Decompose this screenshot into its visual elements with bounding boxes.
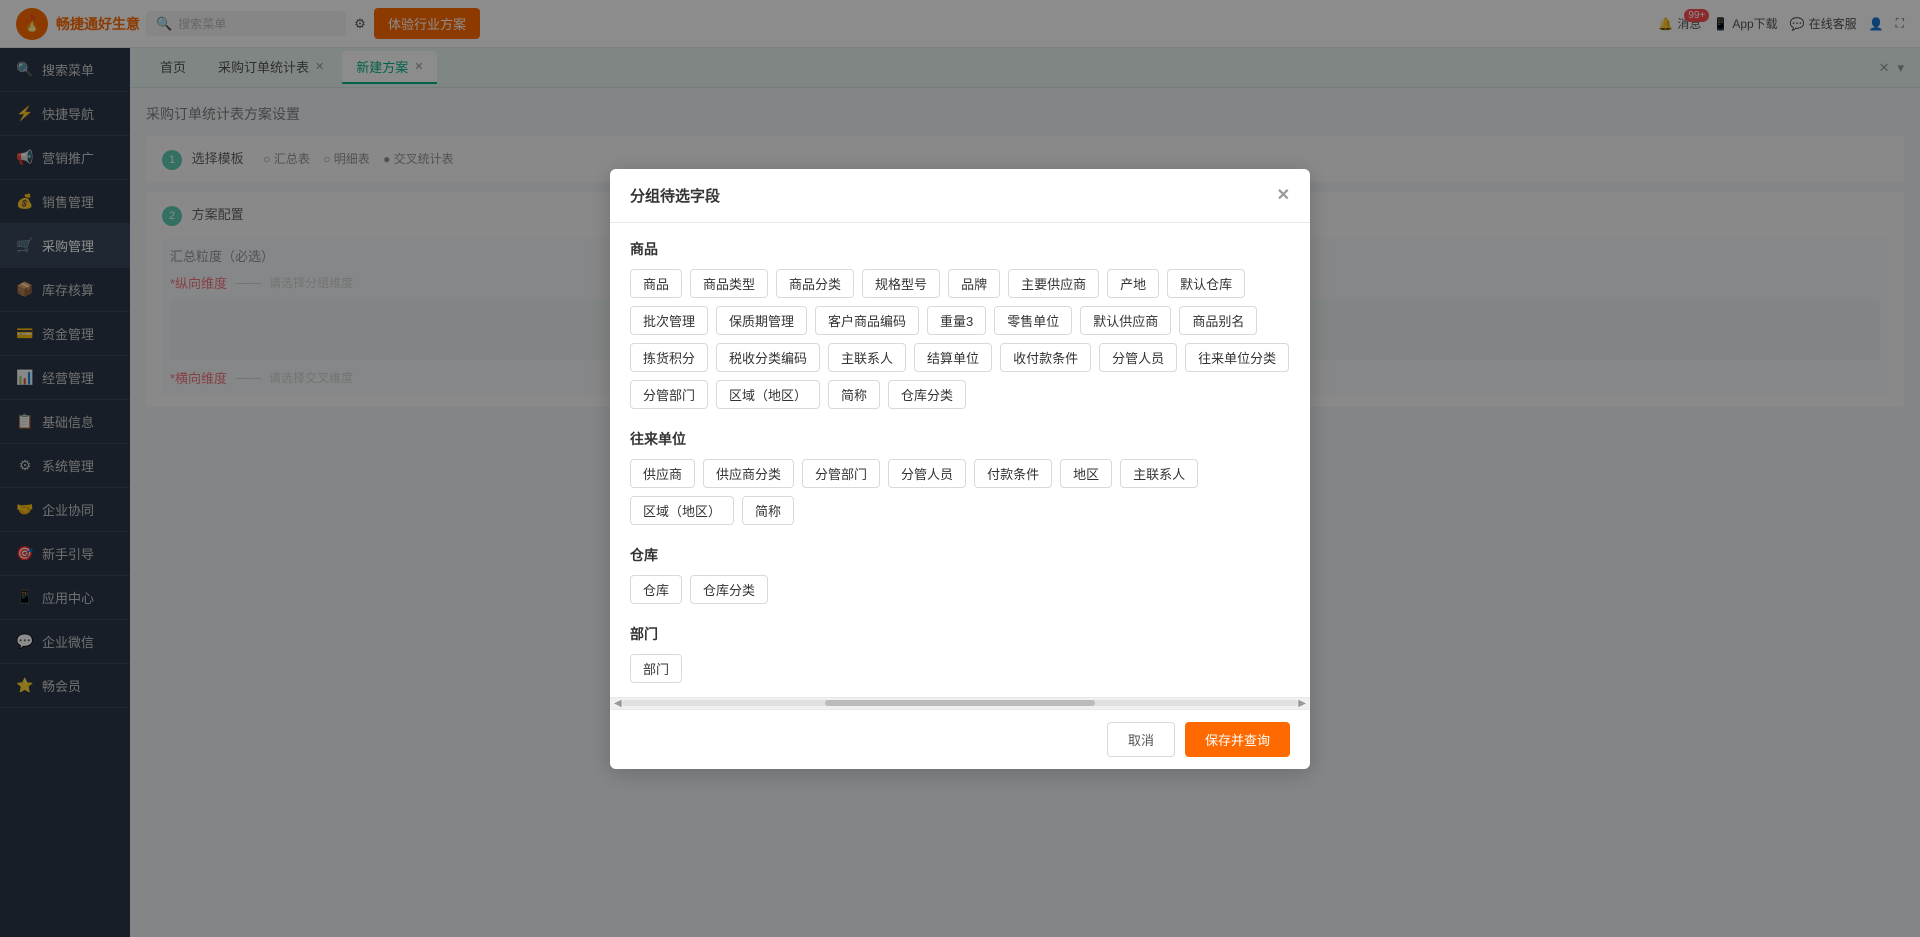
field-tag[interactable]: 主要供应商 (1008, 269, 1099, 298)
field-tag[interactable]: 默认仓库 (1167, 269, 1245, 298)
cancel-button[interactable]: 取消 (1107, 722, 1175, 757)
field-tag[interactable]: 零售单位 (994, 306, 1072, 335)
field-tag[interactable]: 结算单位 (914, 343, 992, 372)
field-tag[interactable]: 供应商分类 (703, 459, 794, 488)
field-tag[interactable]: 主联系人 (828, 343, 906, 372)
hscroll-left-arrow[interactable]: ◀ (614, 698, 622, 709)
hscroll-thumb[interactable] (825, 700, 1096, 706)
field-tag[interactable]: 默认供应商 (1080, 306, 1171, 335)
field-tag[interactable]: 保质期管理 (716, 306, 807, 335)
section-partner: 往来单位供应商供应商分类分管部门分管人员付款条件地区主联系人区域（地区） 简称 (630, 429, 1290, 525)
section-title-partner: 往来单位 (630, 429, 1290, 449)
field-tag[interactable]: 分管部门 (802, 459, 880, 488)
field-tag[interactable]: 重量3 (927, 306, 986, 335)
field-tag[interactable]: 规格型号 (862, 269, 940, 298)
field-tag[interactable]: 客户商品编码 (815, 306, 919, 335)
modal-title: 分组待选字段 (630, 185, 720, 206)
modal-body[interactable]: 商品商品商品类型商品分类规格型号品牌主要供应商产地默认仓库批次管理保质期管理客户… (610, 223, 1310, 697)
field-tag[interactable]: 批次管理 (630, 306, 708, 335)
field-tag[interactable]: 商品别名 (1179, 306, 1257, 335)
hscroll-right-arrow[interactable]: ▶ (1298, 698, 1306, 709)
field-tag[interactable]: 商品分类 (776, 269, 854, 298)
field-tag[interactable]: 区域（地区） (630, 496, 734, 525)
modal-header: 分组待选字段 ✕ (610, 169, 1310, 223)
field-tag[interactable]: 分管人员 (888, 459, 966, 488)
confirm-button[interactable]: 保存并查询 (1185, 722, 1290, 757)
modal-footer: 取消 保存并查询 (610, 709, 1310, 769)
field-tag[interactable]: 付款条件 (974, 459, 1052, 488)
field-tag[interactable]: 区域（地区） (716, 380, 820, 409)
hscroll-track (622, 700, 1299, 706)
field-tag[interactable]: 商品类型 (690, 269, 768, 298)
field-tags-warehouse: 仓库仓库分类 (630, 575, 1290, 604)
field-tags-product: 商品商品类型商品分类规格型号品牌主要供应商产地默认仓库批次管理保质期管理客户商品… (630, 269, 1290, 409)
field-tag[interactable]: 税收分类编码 (716, 343, 820, 372)
section-title-product: 商品 (630, 239, 1290, 259)
field-tag[interactable]: 仓库分类 (690, 575, 768, 604)
section-title-department: 部门 (630, 624, 1290, 644)
field-tag[interactable]: 部门 (630, 654, 682, 683)
modal-hscrollbar[interactable]: ◀ ▶ (610, 697, 1310, 709)
field-tag[interactable]: 分管部门 (630, 380, 708, 409)
field-tags-partner: 供应商供应商分类分管部门分管人员付款条件地区主联系人区域（地区） 简称 (630, 459, 1290, 525)
section-product: 商品商品商品类型商品分类规格型号品牌主要供应商产地默认仓库批次管理保质期管理客户… (630, 239, 1290, 409)
field-tag[interactable]: 收付款条件 (1000, 343, 1091, 372)
field-tag[interactable]: 品牌 (948, 269, 1000, 298)
field-tag[interactable]: 供应商 (630, 459, 695, 488)
modal-dialog: 分组待选字段 ✕ 商品商品商品类型商品分类规格型号品牌主要供应商产地默认仓库批次… (610, 169, 1310, 769)
field-tag[interactable]: 产地 (1107, 269, 1159, 298)
field-tag[interactable]: 仓库 (630, 575, 682, 604)
modal-close-btn[interactable]: ✕ (1277, 185, 1290, 205)
field-tag[interactable]: 商品 (630, 269, 682, 298)
field-tag[interactable]: 仓库分类 (888, 380, 966, 409)
section-title-warehouse: 仓库 (630, 545, 1290, 565)
field-tag[interactable]: 主联系人 (1120, 459, 1198, 488)
modal-overlay: 分组待选字段 ✕ 商品商品商品类型商品分类规格型号品牌主要供应商产地默认仓库批次… (0, 0, 1920, 937)
field-tag[interactable]: 分管人员 (1099, 343, 1177, 372)
section-warehouse: 仓库仓库仓库分类 (630, 545, 1290, 604)
section-department: 部门部门 (630, 624, 1290, 683)
field-tag[interactable]: 简称 (742, 496, 794, 525)
field-tag[interactable]: 地区 (1060, 459, 1112, 488)
field-tag[interactable]: 拣货积分 (630, 343, 708, 372)
field-tags-department: 部门 (630, 654, 1290, 683)
field-tag[interactable]: 往来单位分类 (1185, 343, 1289, 372)
field-tag[interactable]: 简称 (828, 380, 880, 409)
